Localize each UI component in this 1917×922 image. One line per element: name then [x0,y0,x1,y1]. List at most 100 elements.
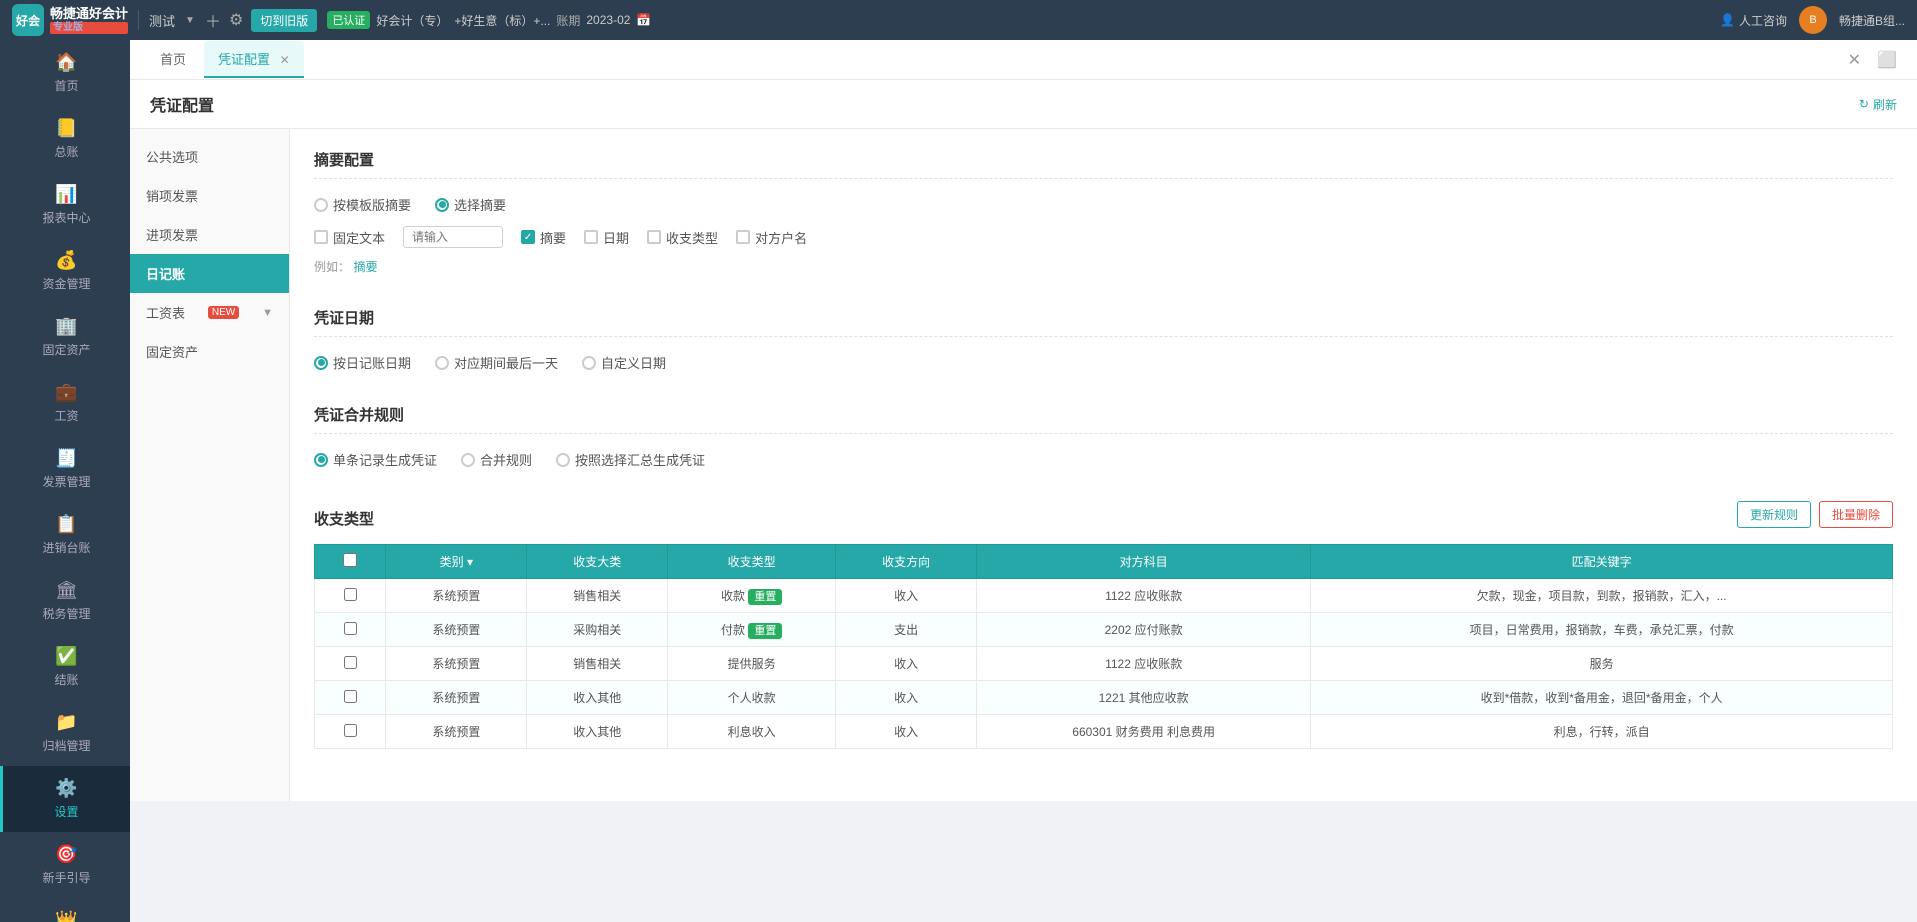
th-direction: 收支方向 [836,545,977,579]
select-all-checkbox[interactable] [343,553,357,567]
tab-home[interactable]: 首页 [146,41,200,78]
tab-voucher-config[interactable]: 凭证配置 ✕ [204,41,304,78]
table-row: 系统预置 采购相关 付款 重置 支出 2202 应付账款 项目，日常费用，报销款… [315,613,1893,647]
th-category: 类别 ▾ [386,545,527,579]
sidebar-label-settings: 设置 [54,803,78,820]
archive-icon: 📁 [55,712,77,733]
settings-icon[interactable]: ⚙ [229,10,243,30]
td-checkbox-1[interactable] [315,579,386,613]
page-title: 凭证配置 [150,92,214,116]
radio-custom-date[interactable]: 自定义日期 [582,353,666,372]
company-arrow-icon[interactable]: ▼ [185,15,195,26]
sub-nav-public-label: 公共选项 [146,147,198,166]
td-bigtype-2: 采购相关 [527,613,668,647]
add-icon[interactable]: ＋ [205,8,221,32]
row-checkbox-1[interactable] [344,588,357,601]
sub-nav-journal[interactable]: 日记账 [130,254,289,293]
radio-merge[interactable]: 合并规则 [461,450,532,469]
radio-single[interactable]: 单条记录生成凭证 [314,450,437,469]
voucher-date-title: 凭证日期 [314,307,1893,337]
fixed-text-input[interactable] [403,226,503,248]
sidebar-label-closing: 结账 [54,671,78,688]
sidebar-item-invoices[interactable]: 🧾 发票管理 [0,436,130,502]
service-label: 人工咨询 [1739,12,1787,29]
sub-nav-salary[interactable]: 工资表 NEW ▼ [130,293,289,332]
checkbox-summary[interactable]: ✓ 摘要 [521,228,566,247]
sidebar-item-reports[interactable]: 📊 报表中心 [0,172,130,238]
refresh-label: 刷新 [1873,96,1897,113]
window-maximize-icon[interactable]: ⬜ [1873,48,1901,72]
td-direction-5: 收入 [836,715,977,749]
service-button[interactable]: 👤 人工咨询 [1720,12,1787,29]
td-checkbox-3[interactable] [315,647,386,681]
radio-summary-gen-label: 按照选择汇总生成凭证 [575,450,705,469]
logo-icon: 好会 [12,4,44,36]
sub-nav-public[interactable]: 公共选项 [130,137,289,176]
sidebar-label-tax: 税务管理 [42,605,90,622]
sidebar-item-guide[interactable]: 🎯 新手引导 [0,832,130,898]
table-body: 系统预置 销售相关 收款 重置 收入 1122 应收账款 欠款，现金，项目款，到… [315,579,1893,749]
sidebar-item-ledger[interactable]: 📒 总账 [0,106,130,172]
sidebar-item-settings[interactable]: ⚙️ 设置 [0,766,130,832]
sidebar-label-payroll: 工资 [54,407,78,424]
reset-tag-1[interactable]: 重置 [748,589,782,605]
voucher-date-radio-group: 按日记账日期 对应期间最后一天 自定义日期 [314,353,1893,372]
table-actions: 更新规则 批量删除 [1737,501,1893,528]
example-label: 例如： [314,260,350,274]
sidebar-item-purchases[interactable]: 📋 进销台账 [0,502,130,568]
row-checkbox-5[interactable] [344,724,357,737]
reset-tag-2[interactable]: 重置 [748,623,782,639]
checkbox-date[interactable]: 日期 [584,228,629,247]
calendar-icon[interactable]: 📅 [636,13,651,27]
logo-main: 畅捷通好会计 [50,6,128,22]
row-checkbox-2[interactable] [344,622,357,635]
batch-delete-button[interactable]: 批量删除 [1819,501,1893,528]
td-direction-3: 收入 [836,647,977,681]
sidebar-item-assets[interactable]: 🏢 固定资产 [0,304,130,370]
th-account: 对方科目 [977,545,1311,579]
sidebar-item-home[interactable]: 🏠 首页 [0,40,130,106]
sub-nav-fixed-assets[interactable]: 固定资产 [130,332,289,371]
td-type-5: 利息收入 [668,715,836,749]
row-checkbox-3[interactable] [344,656,357,669]
member-icon: 👑 [55,910,77,922]
td-checkbox-2[interactable] [315,613,386,647]
sub-nav-sales-invoice[interactable]: 销项发票 [130,176,289,215]
top-bar-actions: ＋ ⚙ 切到旧版 [205,8,317,32]
td-account-4: 1221 其他应收款 [977,681,1311,715]
row-checkbox-4[interactable] [344,690,357,703]
radio-summary-gen[interactable]: 按照选择汇总生成凭证 [556,450,705,469]
update-rule-button[interactable]: 更新规则 [1737,501,1811,528]
radio-select-label: 选择摘要 [454,195,506,214]
tab-close-icon[interactable]: ✕ [280,53,290,67]
switch-old-btn[interactable]: 切到旧版 [251,9,317,32]
sidebar-item-archive[interactable]: 📁 归档管理 [0,700,130,766]
checkbox-counterpart[interactable]: 对方户名 [736,228,807,247]
td-bigtype-4: 收入其他 [527,681,668,715]
checkbox-type[interactable]: 收支类型 [647,228,718,247]
radio-select[interactable]: 选择摘要 [435,195,506,214]
sidebar-item-payroll[interactable]: 💼 工资 [0,370,130,436]
sub-nav-purchase-label: 进项发票 [146,225,198,244]
sidebar-item-closing[interactable]: ✅ 结账 [0,634,130,700]
headset-icon: 👤 [1720,13,1735,27]
checkbox-fixed-text[interactable]: 固定文本 [314,228,385,247]
main-layout: 🏠 首页 📒 总账 📊 报表中心 💰 资金管理 🏢 固定资产 💼 工资 🧾 发票… [0,40,1917,922]
th-checkbox[interactable] [315,545,386,579]
sidebar-item-member[interactable]: 👑 畅会员 [0,898,130,922]
sidebar: 🏠 首页 📒 总账 📊 报表中心 💰 资金管理 🏢 固定资产 💼 工资 🧾 发票… [0,40,130,922]
td-checkbox-4[interactable] [315,681,386,715]
td-checkbox-5[interactable] [315,715,386,749]
radio-period-last[interactable]: 对应期间最后一天 [435,353,558,372]
sub-nav-purchase-invoice[interactable]: 进项发票 [130,215,289,254]
sidebar-item-funds[interactable]: 💰 资金管理 [0,238,130,304]
period-value: 2023-02 [586,13,630,27]
radio-merge-label: 合并规则 [480,450,532,469]
td-type-2: 付款 重置 [668,613,836,647]
checkbox-fixed-text-box [314,230,328,244]
radio-template[interactable]: 按模板版摘要 [314,195,411,214]
sidebar-item-tax[interactable]: 🏛 税务管理 [0,568,130,634]
radio-journal-date[interactable]: 按日记账日期 [314,353,411,372]
window-close-icon[interactable]: ✕ [1844,48,1865,72]
refresh-button[interactable]: ↻ 刷新 [1859,96,1897,113]
